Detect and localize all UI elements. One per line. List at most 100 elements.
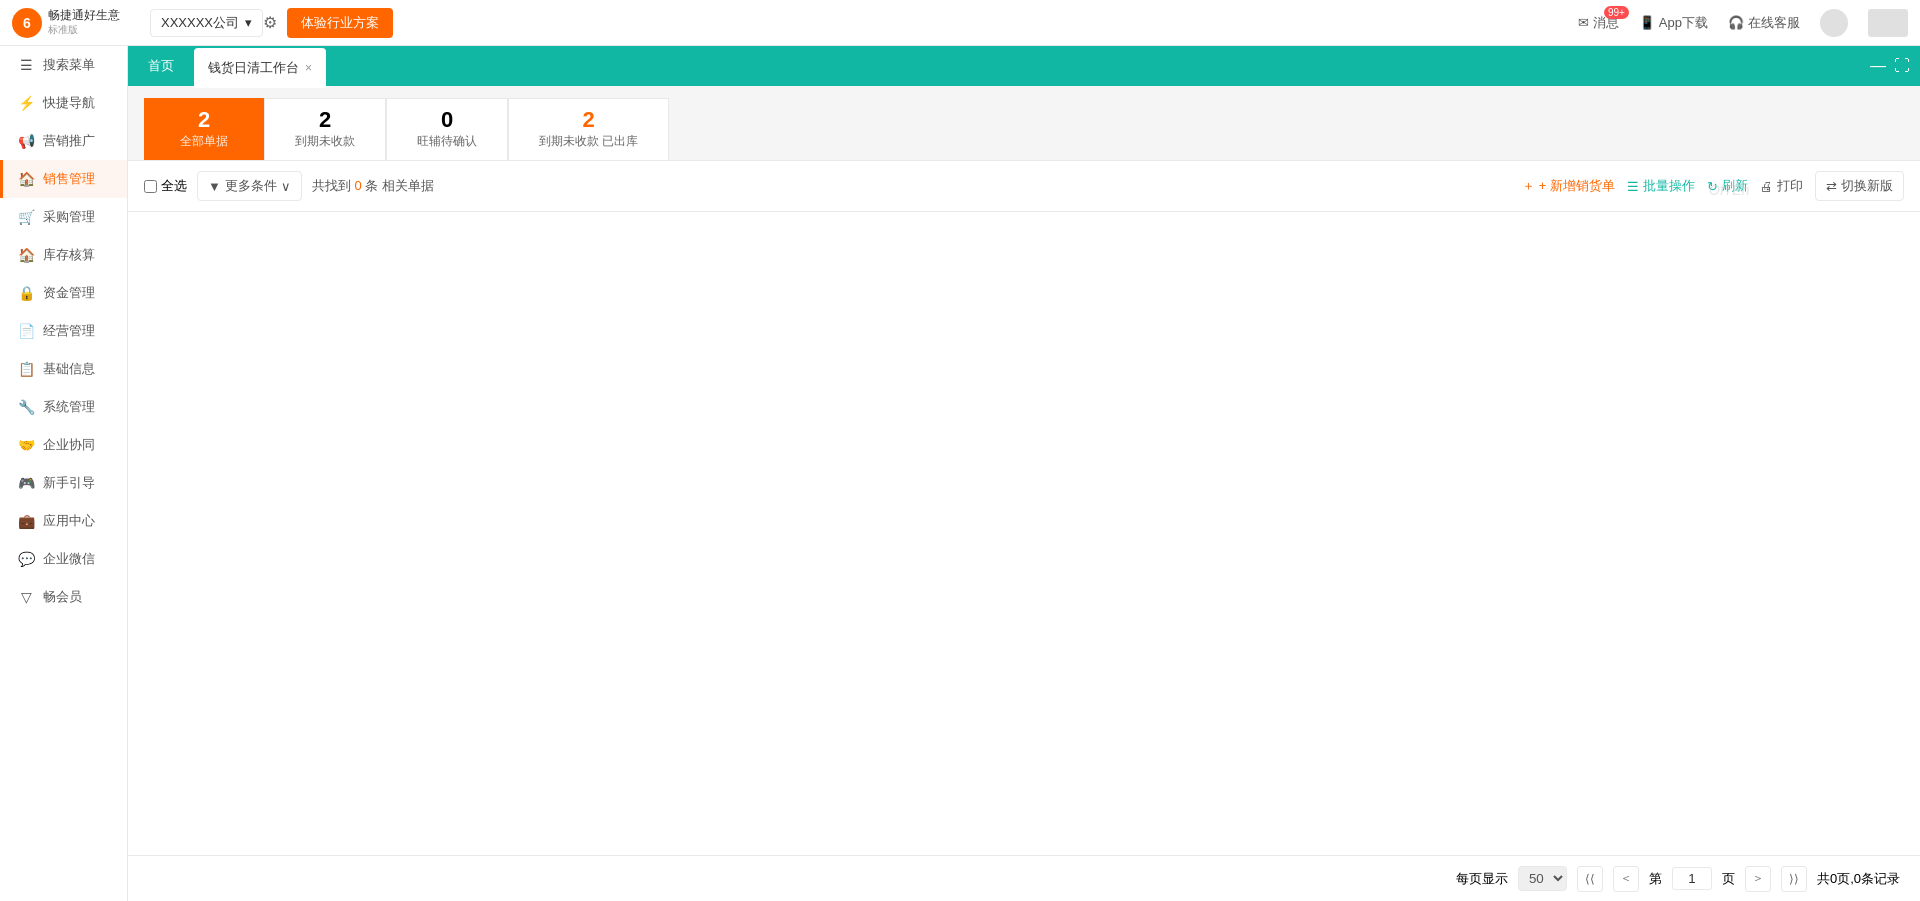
sys-mgmt-icon: 🔧 <box>17 398 35 416</box>
company-selector[interactable]: XXXXXX公司 ▾ <box>150 9 263 37</box>
sidebar-item-operations[interactable]: 📄 经营管理 <box>0 312 127 350</box>
total-info: 共0页,0条记录 <box>1817 870 1900 888</box>
print-label: 打印 <box>1777 177 1803 195</box>
first-page-button[interactable]: ⟨⟨ <box>1577 866 1603 892</box>
content-area: 2 全部单据 2 到期未收款 0 旺辅待确认 2 到期未收款 已出库 全选 <box>128 86 1920 901</box>
toolbar-left: 全选 ▼ 更多条件 ∨ 共找到 0 条 相关单据 <box>144 171 434 201</box>
pagination-bar: 每页显示 50 ⟨⟨ ＜ 第 页 ＞ ⟩⟩ 共0页,0条记录 <box>128 855 1920 901</box>
inventory-icon: 🏠 <box>17 246 35 264</box>
page-label: 第 <box>1649 870 1662 888</box>
quick-nav-icon: ⚡ <box>17 94 35 112</box>
user-name-placeholder[interactable] <box>1868 9 1908 37</box>
app-download-btn[interactable]: 📱 App下载 <box>1639 14 1708 32</box>
add-sales-order-button[interactable]: ＋ + 新增销货单 <box>1522 177 1615 195</box>
tab-all-label: 全部单据 <box>175 133 233 150</box>
app-center-icon: 💼 <box>17 512 35 530</box>
sidebar-item-sys-mgmt[interactable]: 🔧 系统管理 <box>0 388 127 426</box>
tab-notshipped-label: 到期未收款 已出库 <box>539 133 638 150</box>
top-header: 6 畅捷通好生意 标准版 XXXXXX公司 ▾ ⚙ 体验行业方案 ✉ 消息 99… <box>0 0 1920 46</box>
app-name: 畅捷通好生意 <box>48 8 120 22</box>
tab-home[interactable]: 首页 <box>128 46 194 86</box>
sidebar-item-marketing[interactable]: 📢 营销推广 <box>0 122 127 160</box>
sidebar-item-inventory[interactable]: 🏠 库存核算 <box>0 236 127 274</box>
sidebar-item-label: 库存核算 <box>43 246 95 264</box>
tab-pending-confirm[interactable]: 0 旺辅待确认 <box>386 98 508 160</box>
sidebar-item-finance[interactable]: 🔒 资金管理 <box>0 274 127 312</box>
sidebar-item-base-info[interactable]: 📋 基础信息 <box>0 350 127 388</box>
batch-label: 批量操作 <box>1643 177 1695 195</box>
tab-overdue-label: 到期未收款 <box>295 133 355 150</box>
add-label: + 新增销货单 <box>1539 177 1615 195</box>
tab-bar: 首页 钱货日清工作台 × — ⛶ <box>128 46 1920 86</box>
online-service-btn[interactable]: 🎧 在线客服 <box>1728 14 1800 32</box>
logo-icon: 6 <box>12 8 42 38</box>
filter-label: 更多条件 <box>225 177 277 195</box>
watermark-text: OfTEn <box>1709 182 1749 198</box>
switch-new-version-button[interactable]: ⇄ 切换新版 <box>1815 171 1904 201</box>
select-all-checkbox[interactable] <box>144 180 157 193</box>
purchase-icon: 🛒 <box>17 208 35 226</box>
sidebar-item-label: 经营管理 <box>43 322 95 340</box>
tab-overdue-unpaid[interactable]: 2 到期未收款 <box>264 98 386 160</box>
gear-icon[interactable]: ⚙ <box>263 13 277 32</box>
sidebar-item-label: 企业微信 <box>43 550 95 568</box>
batch-icon: ☰ <box>1627 179 1639 194</box>
select-all-checkbox-label[interactable]: 全选 <box>144 177 187 195</box>
company-name: XXXXXX公司 <box>161 14 239 32</box>
sidebar-item-label: 新手引导 <box>43 474 95 492</box>
window-maximize-icon[interactable]: ⛶ <box>1894 57 1910 75</box>
tab-all-count: 2 <box>175 107 233 133</box>
header-right: ✉ 消息 99+ 📱 App下载 🎧 在线客服 <box>1578 9 1908 37</box>
filter-button[interactable]: ▼ 更多条件 ∨ <box>197 171 302 201</box>
next-page-button[interactable]: ＞ <box>1745 866 1771 892</box>
main-content: 2 全部单据 2 到期未收款 0 旺辅待确认 2 到期未收款 已出库 全选 <box>128 86 1920 901</box>
add-icon: ＋ <box>1522 177 1535 195</box>
tab-active[interactable]: 钱货日清工作台 × <box>194 48 326 88</box>
sidebar-item-guide[interactable]: 🎮 新手引导 <box>0 464 127 502</box>
service-icon: 🎧 <box>1728 15 1744 30</box>
tab-bar-right: — ⛶ <box>1870 57 1920 75</box>
finance-icon: 🔒 <box>17 284 35 302</box>
sidebar-item-label: 快捷导航 <box>43 94 95 112</box>
toolbar: 全选 ▼ 更多条件 ∨ 共找到 0 条 相关单据 ＋ + 新增销货单 <box>128 161 1920 212</box>
sidebar-item-wechat[interactable]: 💬 企业微信 <box>0 540 127 578</box>
avatar[interactable] <box>1820 9 1848 37</box>
sidebar-item-app-center[interactable]: 💼 应用中心 <box>0 502 127 540</box>
tab-all[interactable]: 2 全部单据 <box>144 98 264 160</box>
page-size-label: 每页显示 <box>1456 870 1508 888</box>
sidebar-item-quick-nav[interactable]: ⚡ 快捷导航 <box>0 84 127 122</box>
last-page-button[interactable]: ⟩⟩ <box>1781 866 1807 892</box>
sidebar-item-label: 企业协同 <box>43 436 95 454</box>
trial-button[interactable]: 体验行业方案 <box>287 8 393 38</box>
tab-overdue-not-shipped[interactable]: 2 到期未收款 已出库 <box>508 98 669 160</box>
sidebar-item-label: 基础信息 <box>43 360 95 378</box>
messages-badge: 99+ <box>1604 6 1629 19</box>
app-download-label: App下载 <box>1659 14 1708 32</box>
messages-btn[interactable]: ✉ 消息 99+ <box>1578 14 1619 32</box>
batch-operation-button[interactable]: ☰ 批量操作 <box>1627 177 1695 195</box>
page-input[interactable] <box>1672 867 1712 890</box>
sidebar-item-label: 销售管理 <box>43 170 95 188</box>
print-icon: 🖨 <box>1760 179 1773 194</box>
filter-icon: ▼ <box>208 179 221 194</box>
table-area <box>128 212 1920 855</box>
sidebar-item-enterprise[interactable]: 🤝 企业协同 <box>0 426 127 464</box>
print-button[interactable]: 🖨 打印 <box>1760 177 1803 195</box>
page-size-select[interactable]: 50 <box>1518 866 1567 891</box>
tab-close-icon[interactable]: × <box>305 61 312 75</box>
sales-mgmt-icon: 🏠 <box>17 170 35 188</box>
download-icon: 📱 <box>1639 15 1655 30</box>
sidebar-item-label: 应用中心 <box>43 512 95 530</box>
sidebar-item-label: 资金管理 <box>43 284 95 302</box>
prev-page-button[interactable]: ＜ <box>1613 866 1639 892</box>
logo-area: 6 畅捷通好生意 标准版 <box>12 8 140 38</box>
sidebar-item-purchase-mgmt[interactable]: 🛒 采购管理 <box>0 198 127 236</box>
select-all-label: 全选 <box>161 177 187 195</box>
sidebar-item-sales-mgmt[interactable]: 🏠 销售管理 <box>0 160 127 198</box>
window-minimize-icon[interactable]: — <box>1870 57 1886 75</box>
marketing-icon: 📢 <box>17 132 35 150</box>
sidebar-item-member[interactable]: ▽ 畅会员 <box>0 578 127 616</box>
switch-label: 切换新版 <box>1841 177 1893 195</box>
sidebar-item-search-menu[interactable]: ☰ 搜索菜单 <box>0 46 127 84</box>
enterprise-icon: 🤝 <box>17 436 35 454</box>
